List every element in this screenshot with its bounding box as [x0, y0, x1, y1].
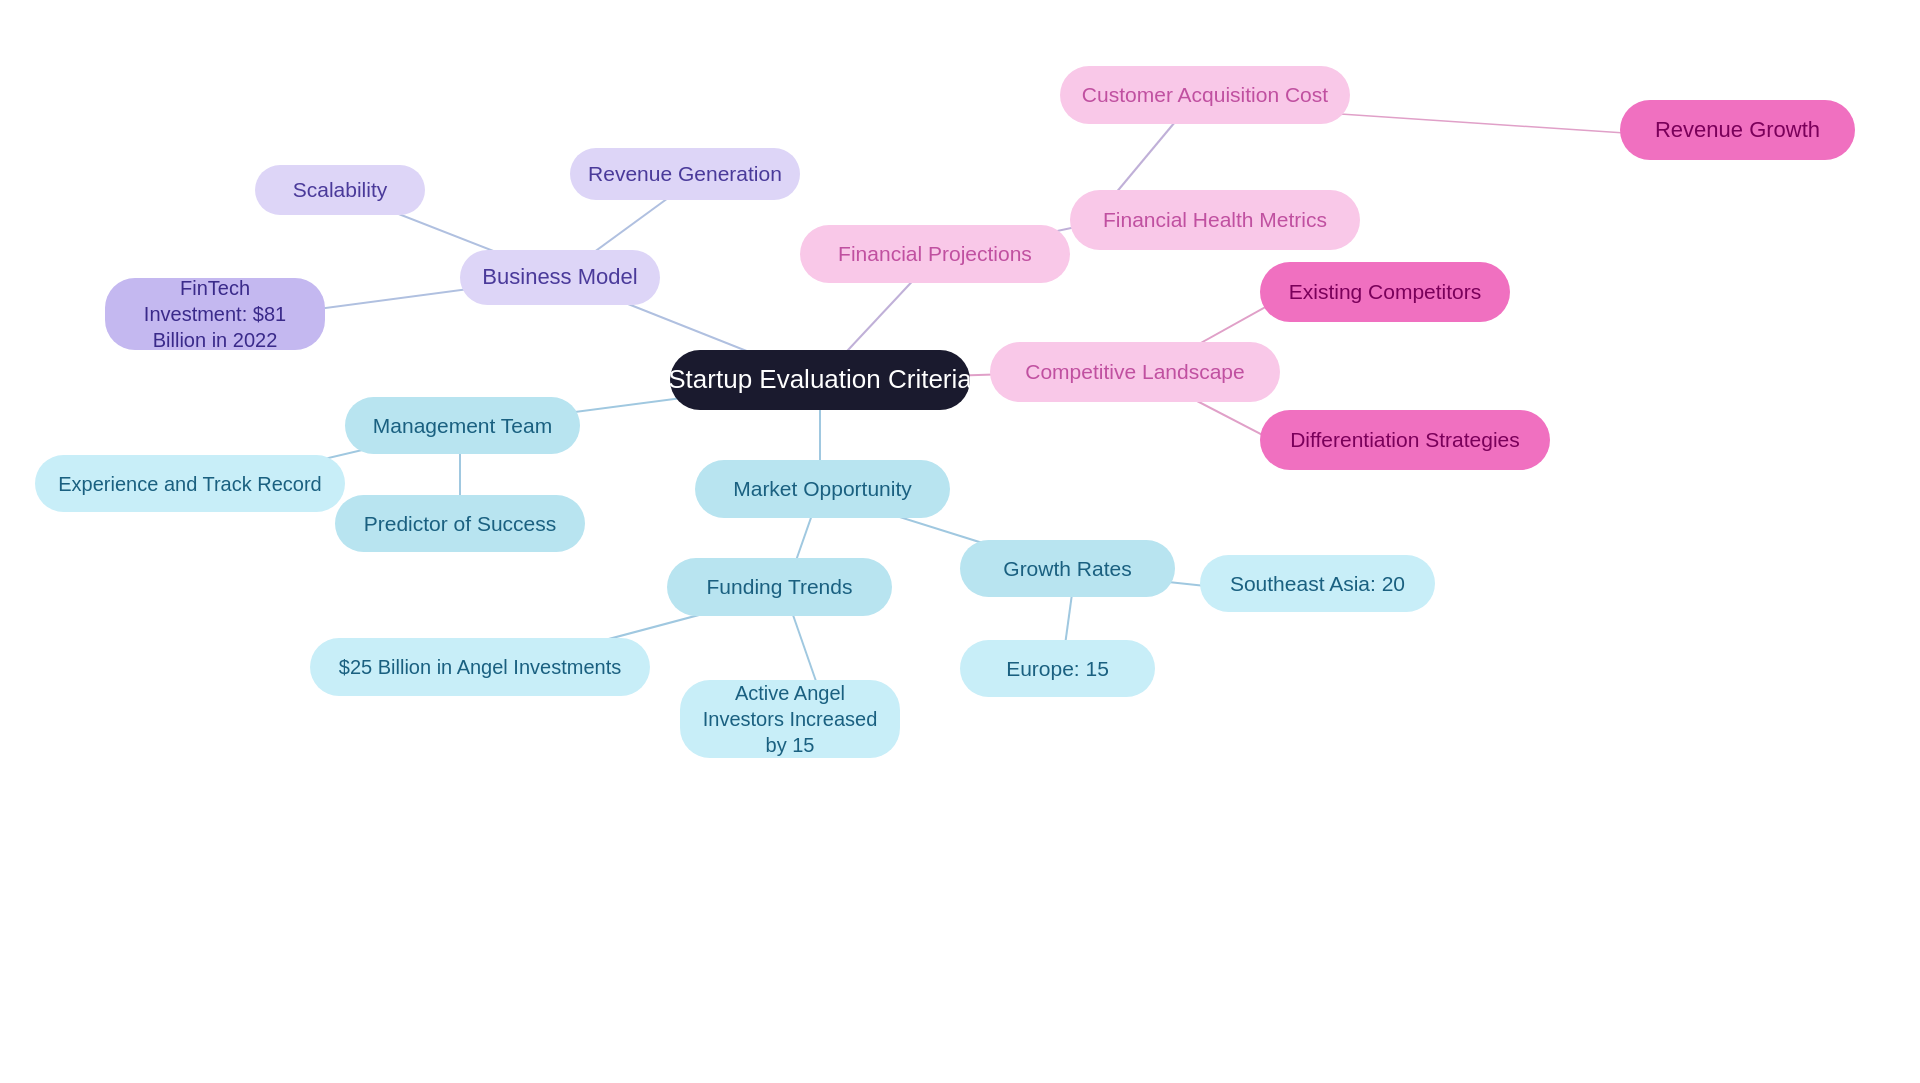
- revenue-generation-node: Revenue Generation: [570, 148, 800, 200]
- experience-node: Experience and Track Record: [35, 455, 345, 512]
- active-angel-node: Active Angel Investors Increased by 15: [680, 680, 900, 758]
- financial-projections-node: Financial Projections: [800, 225, 1070, 283]
- financial-health-node: Financial Health Metrics: [1070, 190, 1360, 250]
- differentiation-node: Differentiation Strategies: [1260, 410, 1550, 470]
- growth-rates-node: Growth Rates: [960, 540, 1175, 597]
- angel-investments-node: $25 Billion in Angel Investments: [310, 638, 650, 696]
- predictor-node: Predictor of Success: [335, 495, 585, 552]
- competitive-landscape-node: Competitive Landscape: [990, 342, 1280, 402]
- existing-competitors-node: Existing Competitors: [1260, 262, 1510, 322]
- fintech-node: FinTech Investment: $81 Billion in 2022: [105, 278, 325, 350]
- revenue-growth-node: Revenue Growth: [1620, 100, 1855, 160]
- funding-trends-node: Funding Trends: [667, 558, 892, 616]
- scalability-node: Scalability: [255, 165, 425, 215]
- business-model-node: Business Model: [460, 250, 660, 305]
- management-team-node: Management Team: [345, 397, 580, 454]
- europe-node: Europe: 15: [960, 640, 1155, 697]
- southeast-asia-node: Southeast Asia: 20: [1200, 555, 1435, 612]
- cac-node: Customer Acquisition Cost: [1060, 66, 1350, 124]
- center-node: Startup Evaluation Criteria: [670, 350, 970, 410]
- market-opportunity-node: Market Opportunity: [695, 460, 950, 518]
